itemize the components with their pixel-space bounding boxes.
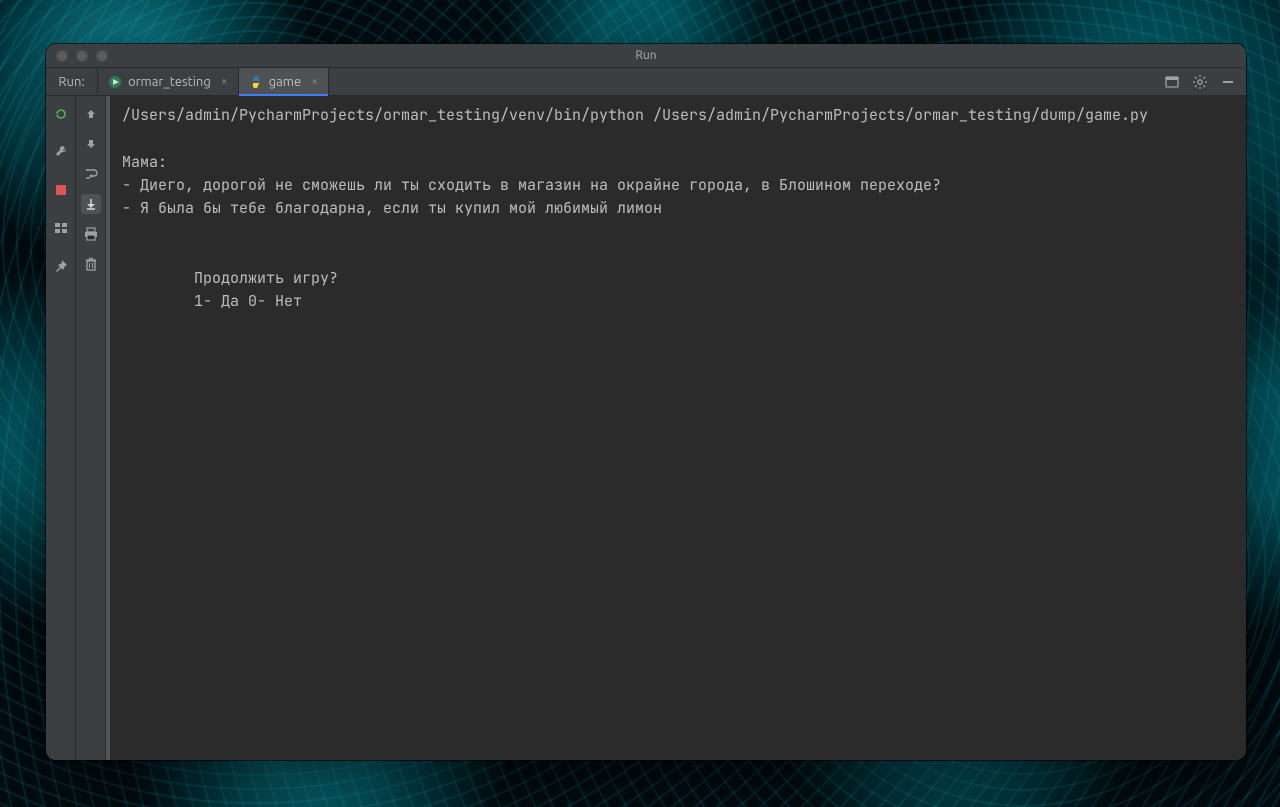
window-mode-icon[interactable] (1164, 74, 1180, 90)
arrow-down-icon[interactable] (81, 134, 101, 154)
run-tabs: ormar_testing × game × (98, 68, 329, 95)
rerun-icon[interactable] (51, 104, 71, 124)
soft-wrap-icon[interactable] (81, 164, 101, 184)
stop-icon[interactable] (51, 180, 71, 200)
wrench-icon[interactable] (51, 142, 71, 162)
print-icon[interactable] (81, 224, 101, 244)
run-toolbar: Run: ormar_testing × game × (46, 68, 1246, 96)
trash-icon[interactable] (81, 254, 101, 274)
run-config-icon (108, 75, 122, 89)
close-window-icon[interactable] (56, 50, 68, 62)
close-icon[interactable]: × (311, 75, 318, 88)
scroll-to-end-icon[interactable] (81, 194, 101, 214)
minimize-icon[interactable] (1220, 74, 1236, 90)
pin-icon[interactable] (51, 256, 71, 276)
tab-right-tools (1164, 68, 1246, 95)
window-title: Run (46, 49, 1246, 62)
run-label: Run: (46, 68, 98, 95)
zoom-window-icon[interactable] (96, 50, 108, 62)
arrow-up-icon[interactable] (81, 104, 101, 124)
gear-icon[interactable] (1192, 74, 1208, 90)
close-icon[interactable]: × (221, 75, 228, 88)
tab-label: game (269, 75, 302, 89)
left-gutter-secondary (76, 96, 106, 760)
titlebar[interactable]: Run (46, 44, 1246, 68)
layout-icon[interactable] (51, 218, 71, 238)
run-tool-window: Run Run: ormar_testing × game × (46, 44, 1246, 760)
tab-game[interactable]: game × (239, 68, 329, 95)
window-controls (46, 50, 108, 62)
tab-label: ormar_testing (128, 75, 211, 89)
left-gutter-primary (46, 96, 76, 760)
python-icon (249, 75, 263, 89)
run-body: /Users/admin/PycharmProjects/ormar_testi… (46, 96, 1246, 760)
tab-ormar-testing[interactable]: ormar_testing × (98, 68, 239, 95)
minimize-window-icon[interactable] (76, 50, 88, 62)
console-output[interactable]: /Users/admin/PycharmProjects/ormar_testi… (106, 96, 1246, 760)
